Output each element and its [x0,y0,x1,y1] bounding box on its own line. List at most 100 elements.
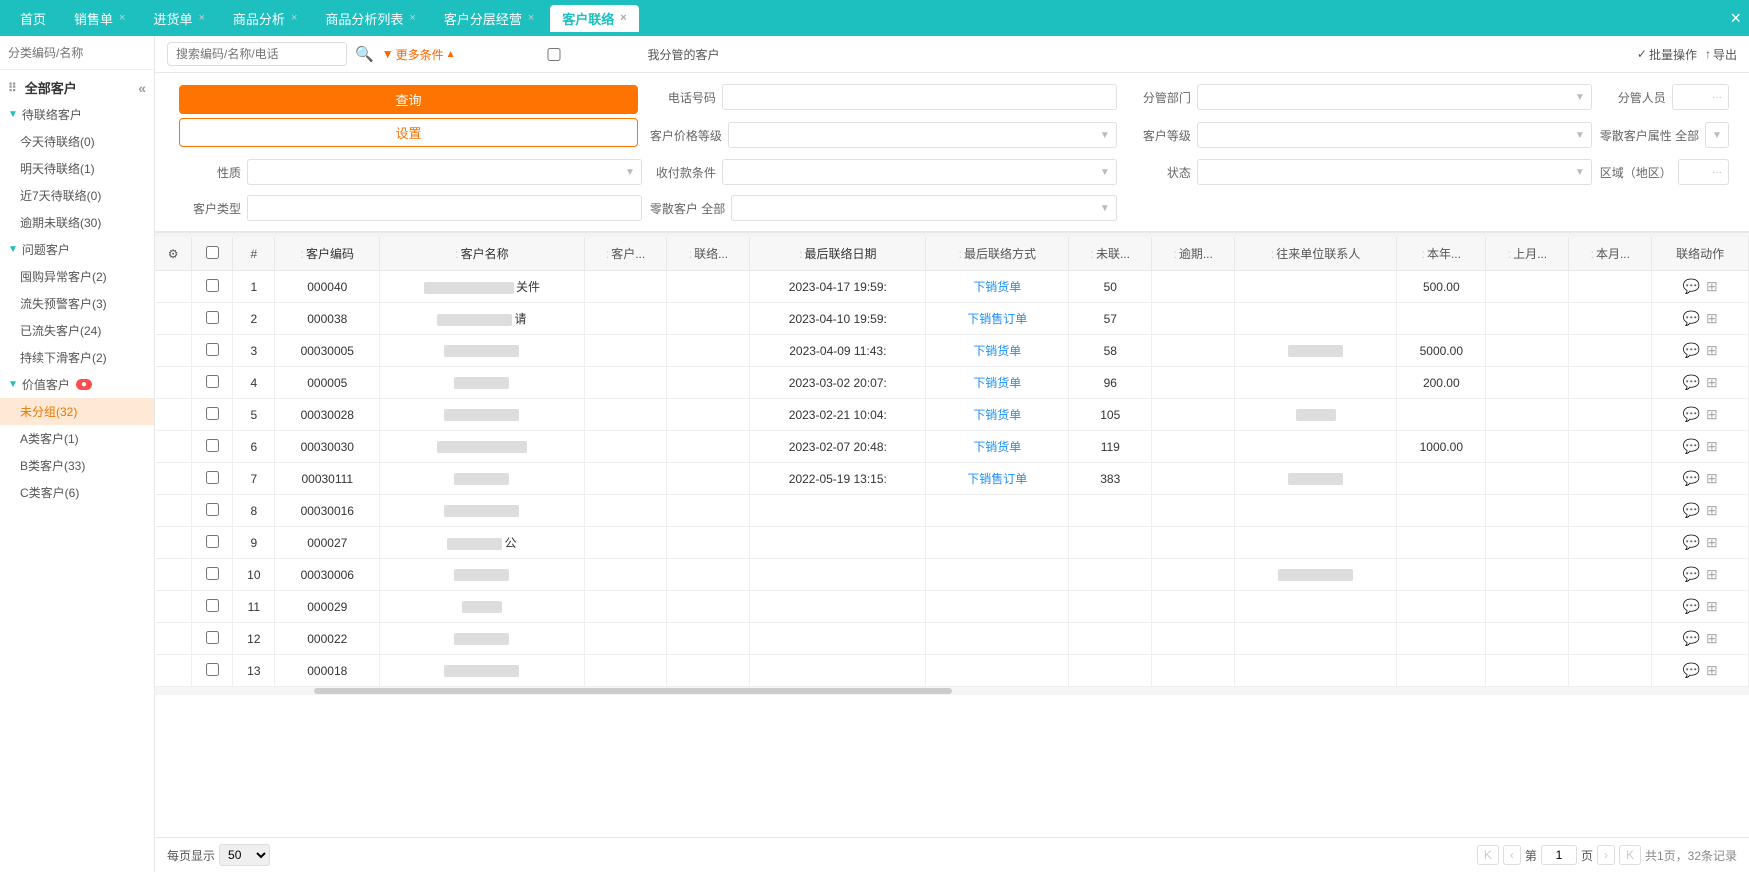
row-checkbox[interactable] [206,279,219,292]
contact-method-link[interactable]: 下销货单 [973,280,1021,294]
sidebar-item-7days-pending[interactable]: 近7天待联络(0) [0,182,154,209]
sidebar-group-pending-contact[interactable]: ▼ 待联络客户 [0,101,154,128]
row-checkbox[interactable] [206,343,219,356]
sidebar-item-class-c[interactable]: C类客户(6) [0,479,154,506]
scrollbar-thumb[interactable] [314,688,952,694]
cell-checkbox[interactable] [192,367,233,399]
close-purchase-tab-icon[interactable]: × [198,12,204,24]
row-checkbox[interactable] [206,439,219,452]
cell-checkbox[interactable] [192,623,233,655]
cell-checkbox[interactable] [192,463,233,495]
contact-method-link[interactable]: 下销货单 [973,376,1021,390]
col-last-contact-method[interactable]: :最后联络方式 [926,237,1069,271]
prev-page-button[interactable]: ‹ [1503,845,1521,865]
sidebar-item-churned[interactable]: 已流失客户(24) [0,317,154,344]
col-settings[interactable]: ⚙ [155,237,192,271]
sidebar-item-overdue-pending[interactable]: 逾期未联络(30) [0,209,154,236]
grid-action-icon[interactable]: ⊞ [1706,438,1718,455]
first-page-button[interactable]: K [1477,845,1499,865]
row-checkbox[interactable] [206,375,219,388]
sidebar-item-today-pending[interactable]: 今天待联络(0) [0,128,154,155]
cell-checkbox[interactable] [192,303,233,335]
sidebar-item-declining[interactable]: 持续下滑客户(2) [0,344,154,371]
col-this-year[interactable]: :本年... [1397,237,1486,271]
cell-checkbox[interactable] [192,495,233,527]
search-input[interactable] [167,42,347,66]
grid-action-icon[interactable]: ⊞ [1706,630,1718,647]
filter-cust-level-select[interactable]: ▼ [1197,122,1592,148]
col-overdue[interactable]: :逾期... [1152,237,1235,271]
close-product-analysis-tab-icon[interactable]: × [291,12,297,24]
my-customers-checkbox[interactable]: 我分管的客户 [464,46,720,63]
horizontal-scrollbar[interactable] [155,687,1749,695]
next-page-button[interactable]: › [1597,845,1615,865]
col-name[interactable]: :客户名称 [380,237,584,271]
filter-status-select[interactable]: ▼ [1197,159,1592,185]
contact-method-link[interactable]: 下销货单 [973,440,1021,454]
row-checkbox[interactable] [206,567,219,580]
select-all-checkbox[interactable] [206,246,219,259]
tab-customer-segmentation[interactable]: 客户分层经营 × [432,5,546,32]
sidebar-item-tomorrow-pending[interactable]: 明天待联络(1) [0,155,154,182]
batch-operations-button[interactable]: ✓ 批量操作 [1637,46,1697,63]
cell-checkbox[interactable] [192,591,233,623]
col-code[interactable]: :客户编码 [275,237,380,271]
message-action-icon[interactable]: 💬 [1683,502,1700,519]
col-last-contact-date[interactable]: :最后联络日期 [750,237,926,271]
filter-phone-input[interactable] [722,84,1117,110]
message-action-icon[interactable]: 💬 [1683,630,1700,647]
cell-checkbox[interactable] [192,655,233,687]
grid-action-icon[interactable]: ⊞ [1706,598,1718,615]
message-action-icon[interactable]: 💬 [1683,278,1700,295]
export-button[interactable]: ↑ 导出 [1705,46,1737,63]
close-product-analysis-list-tab-icon[interactable]: × [409,12,415,24]
sidebar-item-class-b[interactable]: B类客户(33) [0,452,154,479]
message-action-icon[interactable]: 💬 [1683,470,1700,487]
row-checkbox[interactable] [206,503,219,516]
col-checkbox[interactable] [192,237,233,271]
message-action-icon[interactable]: 💬 [1683,374,1700,391]
sidebar-group-problem-customers[interactable]: ▼ 问题客户 [0,236,154,263]
grid-action-icon[interactable]: ⊞ [1706,566,1718,583]
query-button[interactable]: 查询 [179,85,638,114]
message-action-icon[interactable]: 💬 [1683,662,1700,679]
message-action-icon[interactable]: 💬 [1683,598,1700,615]
close-customer-contact-tab-icon[interactable]: × [620,12,626,24]
cell-checkbox[interactable] [192,271,233,303]
sidebar-item-hoarding-abnormal[interactable]: 囤购异常客户(2) [0,263,154,290]
grid-action-icon[interactable]: ⊞ [1706,310,1718,327]
col-this-month[interactable]: :本月... [1569,237,1652,271]
grid-action-icon[interactable]: ⊞ [1706,406,1718,423]
filter-dept-select[interactable]: ▼ [1197,84,1592,110]
sidebar-item-churn-warning[interactable]: 流失预警客户(3) [0,290,154,317]
col-customer-type[interactable]: :客户... [584,237,667,271]
filter-cust-type-select[interactable] [247,195,642,221]
sidebar-group-value-customers[interactable]: ▼ 价值客户 ● [0,371,154,398]
filter-retail-cust-select[interactable]: ▼ [731,195,1117,221]
close-window-button[interactable]: × [1730,8,1741,29]
cell-checkbox[interactable] [192,335,233,367]
filter-price-select[interactable]: ▼ [728,122,1117,148]
contact-method-link[interactable]: 下销售订单 [967,472,1027,486]
sidebar-item-class-a[interactable]: A类客户(1) [0,425,154,452]
row-checkbox[interactable] [206,311,219,324]
filter-nature-select[interactable]: ▼ [247,159,642,185]
row-checkbox[interactable] [206,407,219,420]
per-page-select[interactable]: 50 20 100 [219,844,270,866]
message-action-icon[interactable]: 💬 [1683,534,1700,551]
grid-action-icon[interactable]: ⊞ [1706,534,1718,551]
grid-action-icon[interactable]: ⊞ [1706,502,1718,519]
grid-action-icon[interactable]: ⊞ [1706,470,1718,487]
filter-payment-select[interactable]: ▼ [722,159,1117,185]
sidebar-search-input[interactable] [8,46,155,60]
tab-product-analysis[interactable]: 商品分析 × [221,5,309,32]
tab-customer-contact[interactable]: 客户联络 × [550,5,638,32]
sidebar-item-unclassified[interactable]: 未分组(32) [0,398,154,425]
row-checkbox[interactable] [206,599,219,612]
contact-method-link[interactable]: 下销售订单 [967,312,1027,326]
col-unit-contact[interactable]: :往来单位联系人 [1235,237,1397,271]
message-action-icon[interactable]: 💬 [1683,438,1700,455]
filter-region-select[interactable]: ··· [1678,159,1729,185]
more-conditions-button[interactable]: ▼ 更多条件 ▲ [382,46,456,63]
close-customer-seg-tab-icon[interactable]: × [528,12,534,24]
